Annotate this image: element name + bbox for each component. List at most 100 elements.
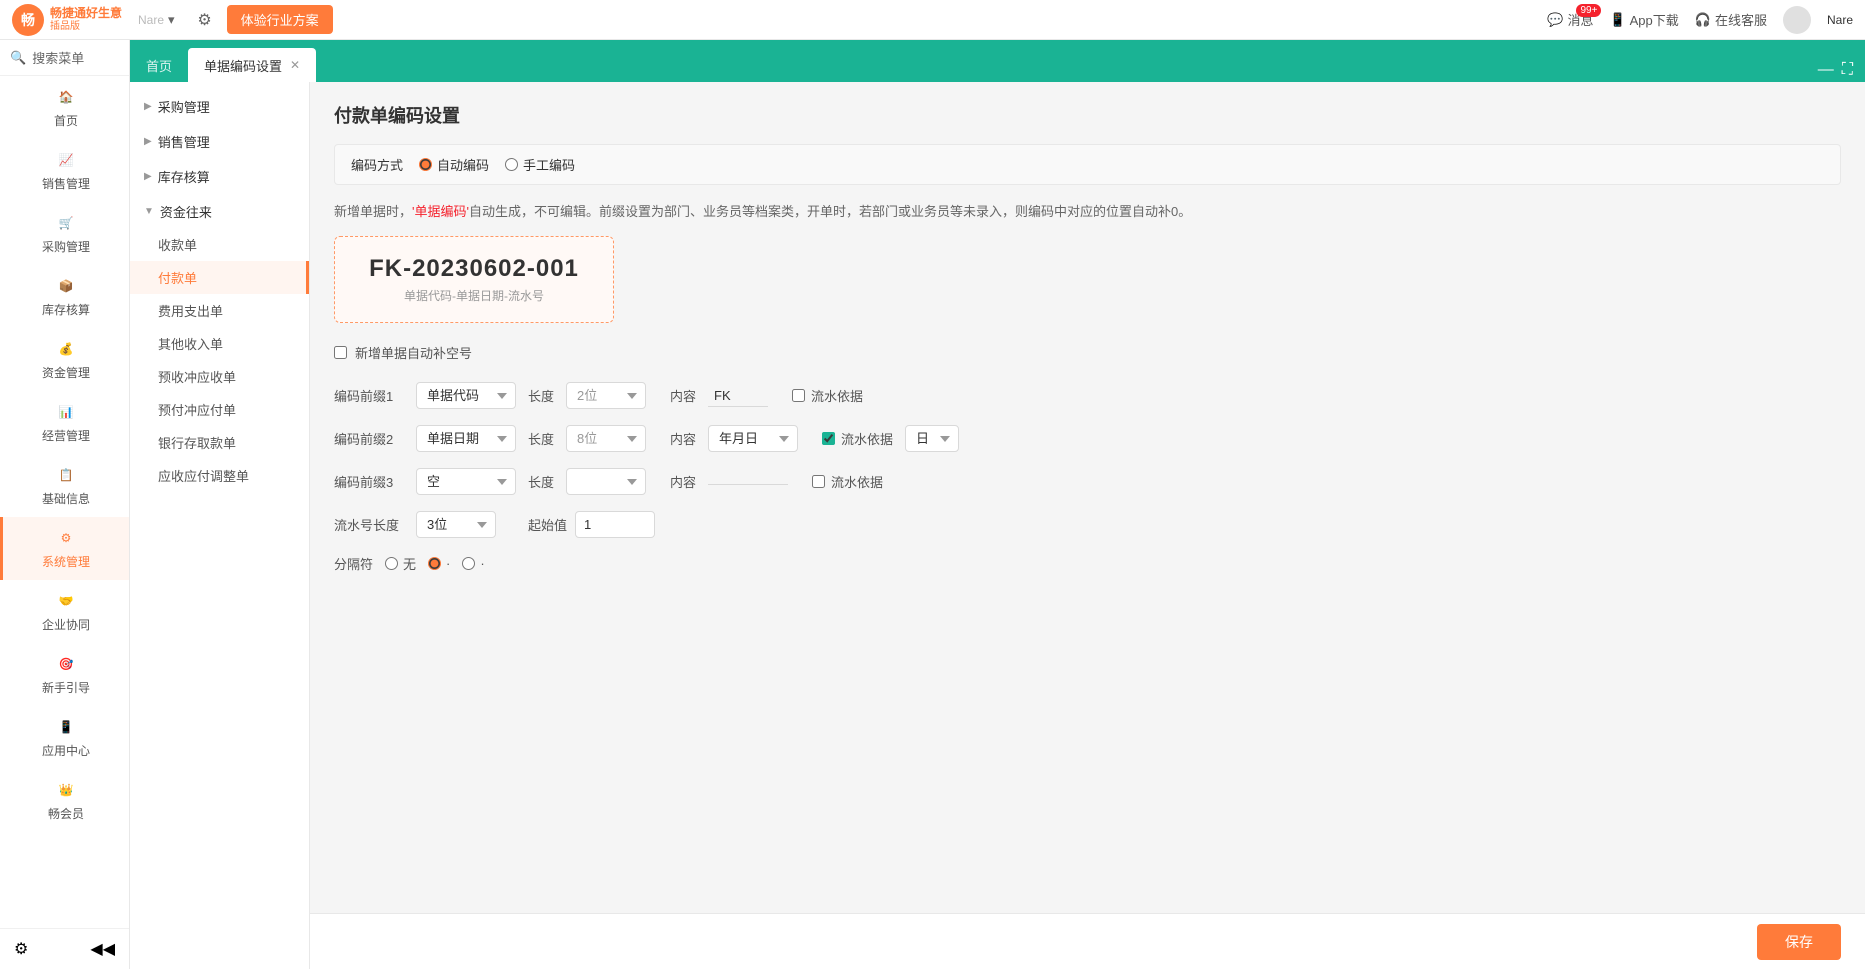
manual-encoding-input[interactable] — [505, 158, 518, 171]
prefix-1-length-select[interactable]: 2位 — [566, 382, 646, 409]
nav-item-expense[interactable]: 费用支出单 — [130, 294, 309, 327]
serial-start-input[interactable] — [575, 511, 655, 538]
manual-encoding-radio[interactable]: 手工编码 — [505, 155, 575, 174]
sidebar-item-label: 畅会员 — [48, 805, 84, 822]
nav-item-prepay-receive[interactable]: 预收冲应收单 — [130, 360, 309, 393]
purchase-icon: 🛒 — [55, 212, 77, 234]
nav-group-inventory-label: 库存核算 — [158, 167, 210, 186]
nav-item-bank[interactable]: 银行存取款单 — [130, 426, 309, 459]
auto-encoding-label: 自动编码 — [437, 155, 489, 174]
tab-close-icon[interactable]: ✕ — [290, 58, 300, 72]
nav-group-sales: ▶ 销售管理 — [130, 125, 309, 158]
hint-text: 新增单据时，'单据编码'自动生成，不可编辑。前缀设置为部门、业务员等档案类，开单… — [334, 201, 1841, 220]
sidebar-item-label: 资金管理 — [42, 364, 90, 381]
tab-minimize-icon[interactable]: — — [1818, 62, 1834, 78]
nav-item-adjustment[interactable]: 应收应付调整单 — [130, 459, 309, 492]
prefix-1-serial-checkbox[interactable] — [792, 389, 805, 402]
code-desc: 单据代码-单据日期-流水号 — [363, 287, 585, 304]
sidebar-search[interactable]: 🔍 搜索菜单 — [0, 40, 129, 76]
topbar-right: 💬 消息 99+ 📱 App下载 🎧 在线客服 Nare — [1547, 6, 1853, 34]
prefix-3-serial-checkbox[interactable] — [812, 475, 825, 488]
gear-icon: ⚙ — [197, 10, 211, 30]
separator-dot2[interactable]: · — [462, 556, 484, 571]
prefix-1-serial-check[interactable]: 流水依据 — [792, 386, 863, 405]
nav-item-prepay-pay[interactable]: 预付冲应付单 — [130, 393, 309, 426]
collapse-icon[interactable]: ◀◀ — [90, 939, 115, 959]
settings-icon-btn[interactable]: ⚙ — [191, 6, 219, 34]
separator-row: 分隔符 无 · · — [334, 554, 1841, 573]
sidebar-item-label: 应用中心 — [42, 742, 90, 759]
tab-encoding[interactable]: 单据编码设置 ✕ — [188, 48, 316, 82]
separator-dot2-input[interactable] — [462, 557, 475, 570]
sidebar-item-label: 新手引导 — [42, 679, 90, 696]
sidebar-item-finance[interactable]: 💰 资金管理 — [0, 328, 129, 391]
online-service-btn[interactable]: 🎧 在线客服 — [1695, 10, 1767, 29]
nav-group-purchase: ▶ 采购管理 — [130, 90, 309, 123]
nav-item-other-income[interactable]: 其他收入单 — [130, 327, 309, 360]
prefix-2-serial-check[interactable]: 流水依据 — [822, 429, 893, 448]
content-area: 首页 单据编码设置 ✕ — ⛶ ▶ 采购管理 — [130, 40, 1865, 969]
prefix-3-select[interactable]: 空 — [416, 468, 516, 495]
sidebar-item-label: 库存核算 — [42, 301, 90, 318]
nav-group-funds-header[interactable]: ▼ 资金往来 — [130, 195, 309, 228]
app-download-btn[interactable]: 📱 App下载 — [1609, 10, 1678, 29]
sidebar-item-sales[interactable]: 📈 销售管理 — [0, 139, 129, 202]
prefix-3-length-select[interactable] — [566, 468, 646, 495]
prefix-2-content-select[interactable]: 年月日 — [708, 425, 798, 452]
auto-fill-checkbox[interactable] — [334, 346, 347, 359]
auto-encoding-input[interactable] — [419, 158, 432, 171]
main-layout: 🔍 搜索菜单 🏠 首页 📈 销售管理 🛒 采购管理 📦 库存核算 💰 — [0, 40, 1865, 969]
sidebar-item-purchase[interactable]: 🛒 采购管理 — [0, 202, 129, 265]
sidebar-item-enterprise[interactable]: 🤝 企业协同 — [0, 580, 129, 643]
tab-home-label: 首页 — [146, 56, 172, 75]
chevron-right-icon: ▶ — [144, 101, 152, 112]
sidebar-item-member[interactable]: 👑 畅会员 — [0, 769, 129, 832]
sidebar-item-basic[interactable]: 📋 基础信息 — [0, 454, 129, 517]
prefix-2-date-select[interactable]: 日 — [905, 425, 959, 452]
sidebar-item-operations[interactable]: 📊 经营管理 — [0, 391, 129, 454]
separator-none-input[interactable] — [385, 557, 398, 570]
nav-item-receipt[interactable]: 收款单 — [130, 228, 309, 261]
prefix-2-select[interactable]: 单据日期 — [416, 425, 516, 452]
sidebar-item-label: 企业协同 — [42, 616, 90, 633]
prefix-row-3: 编码前缀3 空 长度 内容 流水依据 — [334, 468, 1841, 495]
trial-button[interactable]: 体验行业方案 — [227, 5, 333, 34]
form-area: 付款单编码设置 编码方式 自动编码 手工编码 — [310, 82, 1865, 913]
settings-bottom-icon[interactable]: ⚙ — [14, 939, 28, 959]
message-icon: 💬 — [1547, 12, 1563, 28]
sidebar-item-inventory[interactable]: 📦 库存核算 — [0, 265, 129, 328]
nav-group-inventory-header[interactable]: ▶ 库存核算 — [130, 160, 309, 193]
phone-icon: 📱 — [1609, 12, 1625, 28]
tab-maximize-icon[interactable]: ⛶ — [1842, 62, 1853, 78]
sidebar-item-home[interactable]: 🏠 首页 — [0, 76, 129, 139]
prefix-3-serial-label: 流水依据 — [831, 472, 883, 491]
avatar[interactable] — [1783, 6, 1811, 34]
save-button[interactable]: 保存 — [1757, 924, 1841, 960]
separator-dot[interactable]: · — [428, 556, 450, 571]
tab-home[interactable]: 首页 — [130, 48, 188, 82]
tabbar: 首页 单据编码设置 ✕ — ⛶ — [130, 40, 1865, 82]
separator-none[interactable]: 无 — [385, 554, 416, 573]
prefix-1-select[interactable]: 单据代码 — [416, 382, 516, 409]
nav-group-inventory: ▶ 库存核算 — [130, 160, 309, 193]
prefix-2-length-select[interactable]: 8位 — [566, 425, 646, 452]
sidebar: 🔍 搜索菜单 🏠 首页 📈 销售管理 🛒 采购管理 📦 库存核算 💰 — [0, 40, 130, 969]
sidebar-item-guide[interactable]: 🎯 新手引导 — [0, 643, 129, 706]
separator-label: 分隔符 — [334, 554, 373, 573]
workspace-dropdown[interactable]: Nare ▾ — [130, 12, 183, 28]
sidebar-item-system[interactable]: ⚙ 系统管理 — [0, 517, 129, 580]
prefix-3-serial-check[interactable]: 流水依据 — [812, 472, 883, 491]
sidebar-item-app-center[interactable]: 📱 应用中心 — [0, 706, 129, 769]
separator-dot2-label: · — [480, 556, 484, 571]
logo-sub: 插品版 — [50, 21, 122, 33]
logo-text: 畅捷通好生意 — [50, 6, 122, 20]
serial-length-select[interactable]: 3位 — [416, 511, 496, 538]
separator-dot-input[interactable] — [428, 557, 441, 570]
message-btn[interactable]: 💬 消息 99+ — [1547, 10, 1593, 29]
serial-length-label: 流水号长度 — [334, 515, 404, 534]
nav-group-sales-header[interactable]: ▶ 销售管理 — [130, 125, 309, 158]
nav-group-purchase-header[interactable]: ▶ 采购管理 — [130, 90, 309, 123]
auto-encoding-radio[interactable]: 自动编码 — [419, 155, 489, 174]
nav-item-payment[interactable]: 付款单 — [130, 261, 309, 294]
prefix-2-serial-checkbox[interactable] — [822, 432, 835, 445]
